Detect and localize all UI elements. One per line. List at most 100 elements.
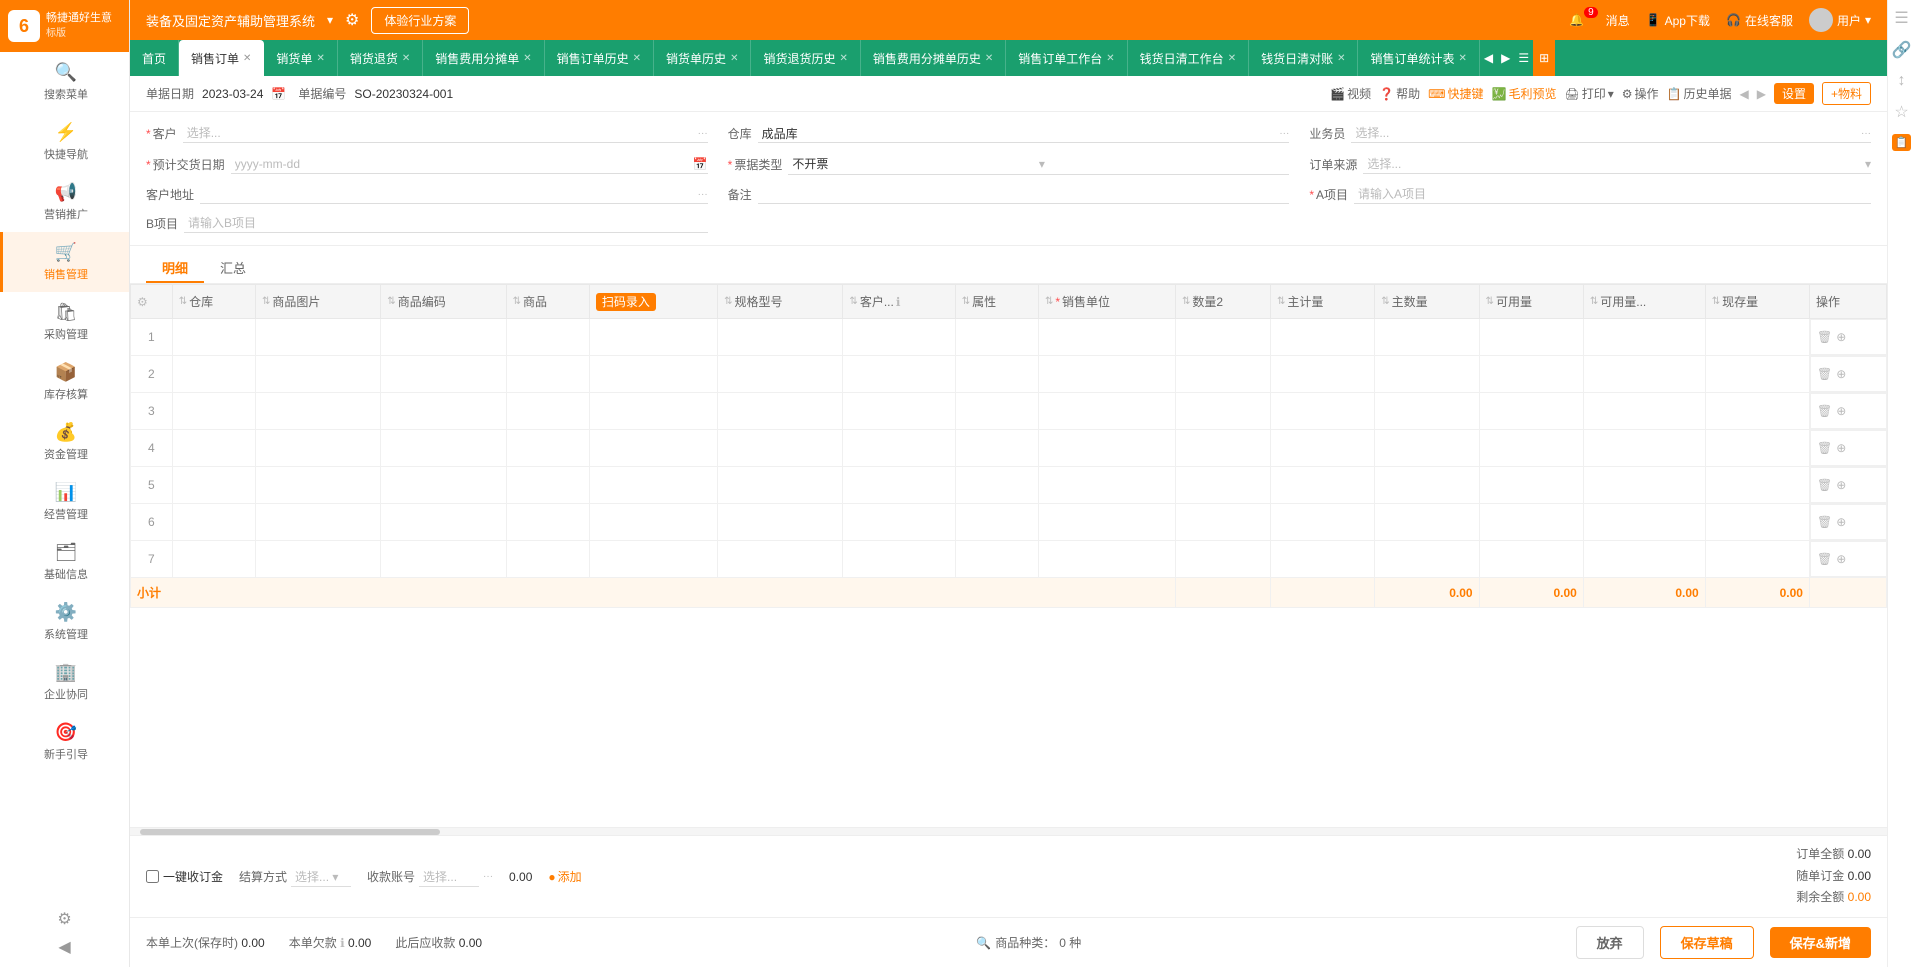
tab-close-icon[interactable]: ✕ — [523, 53, 531, 64]
row-image[interactable] — [255, 467, 380, 504]
row-warehouse[interactable] — [172, 541, 255, 578]
industry-btn[interactable]: 体验行业方案 — [371, 7, 469, 34]
row-unit[interactable] — [1038, 356, 1175, 393]
row-main-qty[interactable] — [1375, 319, 1479, 356]
row-main-qty[interactable] — [1375, 393, 1479, 430]
tab-sales-invoice[interactable]: 销货单 ✕ — [264, 40, 337, 76]
tab-close-icon[interactable]: ✕ — [402, 53, 410, 64]
save-draft-btn[interactable]: 保存草稿 — [1660, 926, 1754, 959]
sidebar-item-purchase[interactable]: 🛍 采购管理 — [0, 292, 129, 352]
row-available[interactable] — [1479, 541, 1583, 578]
quick-settle-check[interactable] — [146, 870, 159, 883]
row-unit[interactable] — [1038, 504, 1175, 541]
row-product[interactable] — [506, 467, 589, 504]
settle-method-select[interactable]: 选择... ▾ — [291, 867, 351, 887]
discard-btn[interactable]: 放弃 — [1576, 926, 1644, 959]
row-warehouse[interactable] — [172, 393, 255, 430]
row-current[interactable] — [1705, 393, 1809, 430]
rp-item-1[interactable]: ☰ — [1894, 8, 1908, 28]
row-current[interactable] — [1705, 430, 1809, 467]
row-customer-ref[interactable] — [843, 430, 955, 467]
row-available2[interactable] — [1583, 356, 1705, 393]
customer-more-icon[interactable]: ··· — [698, 128, 708, 139]
row-available2[interactable] — [1583, 541, 1705, 578]
col-scan[interactable]: 扫码录入 — [589, 285, 717, 319]
online-support-btn[interactable]: 🎧 在线客服 — [1726, 12, 1793, 29]
remark-input[interactable] — [758, 185, 1290, 203]
tab-close-icon[interactable]: ✕ — [243, 53, 251, 64]
row-customer-ref[interactable] — [843, 319, 955, 356]
row-image[interactable] — [255, 356, 380, 393]
tab-daily-reconcile[interactable]: 钱货日清对账 ✕ — [1249, 40, 1358, 76]
row-main-unit[interactable] — [1270, 356, 1374, 393]
row-delete-icon[interactable]: 🗑 — [1817, 367, 1832, 381]
row-customer-ref[interactable] — [843, 541, 955, 578]
row-copy-icon[interactable]: ⊕ — [1836, 367, 1846, 381]
row-customer-ref[interactable] — [843, 393, 955, 430]
row-attribute[interactable] — [955, 504, 1038, 541]
add-btn[interactable]: ● 添加 — [548, 868, 581, 885]
row-available2[interactable] — [1583, 393, 1705, 430]
sidebar-item-operations[interactable]: 📊 经营管理 — [0, 472, 129, 532]
row-available[interactable] — [1479, 430, 1583, 467]
row-main-qty[interactable] — [1375, 541, 1479, 578]
tab-sales-expense[interactable]: 销售费用分摊单 ✕ — [423, 40, 544, 76]
row-image[interactable] — [255, 393, 380, 430]
row-code[interactable] — [381, 430, 506, 467]
tab-sales-return[interactable]: 销货退货 ✕ — [338, 40, 423, 76]
row-available2[interactable] — [1583, 467, 1705, 504]
sidebar-settings[interactable]: ⚙ — [57, 909, 71, 929]
col-settings[interactable]: ⚙ — [131, 285, 173, 319]
sidebar-item-basic[interactable]: 🗂 基础信息 — [0, 532, 129, 592]
row-warehouse[interactable] — [172, 467, 255, 504]
row-available2[interactable] — [1583, 319, 1705, 356]
delivery-calendar-icon[interactable]: 📅 — [693, 157, 708, 171]
row-attribute[interactable] — [955, 393, 1038, 430]
row-product[interactable] — [506, 356, 589, 393]
row-available[interactable] — [1479, 504, 1583, 541]
tab-close-icon[interactable]: ✕ — [1459, 53, 1467, 64]
tab-nav-next[interactable]: ▶ — [1497, 40, 1514, 76]
row-main-unit[interactable] — [1270, 541, 1374, 578]
row-qty2[interactable] — [1176, 541, 1271, 578]
tab-daily-workbench[interactable]: 钱货日清工作台 ✕ — [1128, 40, 1249, 76]
horizontal-scrollbar[interactable] — [140, 829, 440, 835]
history-btn[interactable]: 📋 历史单据 — [1667, 85, 1732, 102]
view-btn[interactable]: 🎬 视频 — [1330, 85, 1371, 102]
row-main-unit[interactable] — [1270, 467, 1374, 504]
help-btn[interactable]: ❓ 帮助 — [1379, 85, 1420, 102]
salesperson-more-icon[interactable]: ··· — [1861, 128, 1871, 139]
row-attribute[interactable] — [955, 356, 1038, 393]
row-delete-icon[interactable]: 🗑 — [1817, 441, 1832, 455]
sidebar-item-quick-nav[interactable]: ⚡ 快捷导航 — [0, 112, 129, 172]
row-unit[interactable] — [1038, 467, 1175, 504]
row-delete-icon[interactable]: 🗑 — [1817, 330, 1832, 344]
tab-order-workbench[interactable]: 销售订单工作台 ✕ — [1006, 40, 1127, 76]
row-code[interactable] — [381, 393, 506, 430]
row-attribute[interactable] — [955, 319, 1038, 356]
tab-sales-order-history[interactable]: 销售订单历史 ✕ — [545, 40, 654, 76]
tab-close-icon[interactable]: ✕ — [985, 53, 993, 64]
account-select[interactable]: 选择... — [419, 867, 479, 887]
row-copy-icon[interactable]: ⊕ — [1836, 441, 1846, 455]
row-copy-icon[interactable]: ⊕ — [1836, 478, 1846, 492]
row-product[interactable] — [506, 430, 589, 467]
tab-expense-history[interactable]: 销售费用分摊单历史 ✕ — [861, 40, 1006, 76]
row-spec[interactable] — [718, 504, 843, 541]
scan-btn[interactable]: 扫码录入 — [596, 293, 656, 311]
row-product[interactable] — [506, 393, 589, 430]
row-main-qty[interactable] — [1375, 430, 1479, 467]
row-current[interactable] — [1705, 541, 1809, 578]
row-copy-icon[interactable]: ⊕ — [1836, 552, 1846, 566]
row-product[interactable] — [506, 541, 589, 578]
row-available[interactable] — [1479, 467, 1583, 504]
row-image[interactable] — [255, 541, 380, 578]
save-new-btn[interactable]: 保存&新增 — [1770, 927, 1871, 958]
tab-close-icon[interactable]: ✕ — [1337, 53, 1345, 64]
row-spec[interactable] — [718, 541, 843, 578]
tab-expand[interactable]: ⊞ — [1533, 40, 1555, 76]
row-main-qty[interactable] — [1375, 467, 1479, 504]
sidebar-item-search[interactable]: 🔍 搜索菜单 — [0, 52, 129, 112]
row-delete-icon[interactable]: 🗑 — [1817, 515, 1832, 529]
row-unit[interactable] — [1038, 430, 1175, 467]
